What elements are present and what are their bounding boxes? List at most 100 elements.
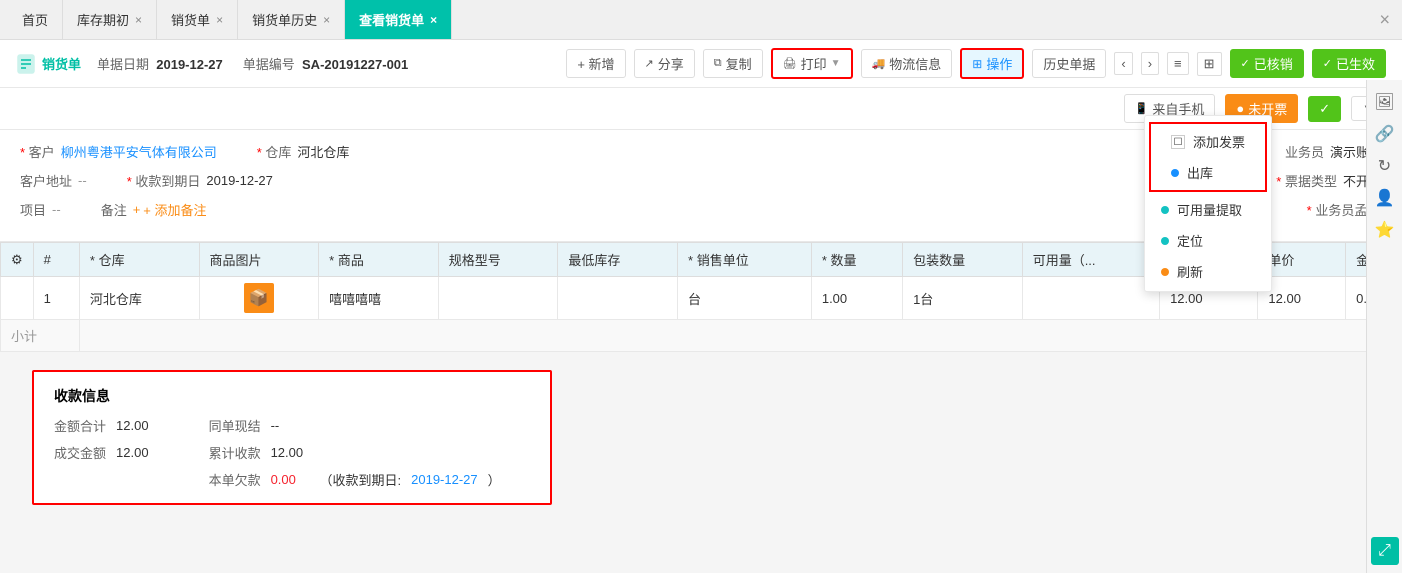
row-warehouse: 河北仓库 (79, 277, 199, 320)
col-image: 商品图片 (199, 243, 319, 277)
doc-type-label: 销货单 (42, 54, 81, 73)
row-product: 嘻嘻嘻嘻 (319, 277, 439, 320)
view2-button[interactable]: ⊞ (1197, 52, 1222, 76)
col-pkg-qty: 包装数量 (903, 243, 1023, 277)
trade-row: 成交金额 12.00 (54, 443, 149, 462)
copy-button[interactable]: ⧉ 复制 (703, 49, 763, 78)
current-due-value: 0.00 (271, 472, 296, 487)
col-min-stock: 最低库存 (558, 243, 678, 277)
tab-sales[interactable]: 销货单 × (157, 0, 238, 39)
amount-value: 12.00 (116, 418, 149, 433)
subtotal-empty (79, 320, 1401, 352)
date-label: 单据日期 2019-12-27 (97, 54, 223, 73)
cumulative-label: 累计收款 (209, 443, 261, 462)
effective-status-button[interactable]: ✓ 已生效 (1312, 49, 1386, 78)
due-note-open (306, 472, 310, 487)
tab-bar: 首页 库存期初 × 销货单 × 销货单历史 × 查看销货单 × × (0, 0, 1402, 40)
payment-title: 收款信息 (54, 386, 530, 406)
employee-label: 业务员 (1285, 142, 1324, 161)
due-note-date: 2019-12-27 (411, 472, 478, 487)
tab-inventory-close[interactable]: × (135, 13, 142, 27)
salesperson-label: 业务员孟 (1307, 200, 1368, 219)
project-field: 项目 -- (20, 200, 61, 219)
logistics-button[interactable]: 🚚 物流信息 (861, 49, 953, 78)
confirm-button[interactable]: ✓ (1308, 96, 1341, 122)
note-label: 备注 (101, 200, 127, 219)
due-date-value: 2019-12-27 (206, 173, 273, 188)
row-no: 1 (33, 277, 79, 320)
current-due-row: 本单欠款 0.00 （收款到期日: 2019-12-27 ） (209, 470, 501, 489)
tab-home-label: 首页 (22, 10, 48, 29)
tab-sales-label: 销货单 (171, 10, 210, 29)
col-warehouse: * 仓库 (79, 243, 199, 277)
num-value: SA-20191227-001 (302, 57, 408, 72)
available-dot-icon (1161, 206, 1169, 214)
due-note-close: ） (488, 470, 501, 489)
same-settle-label: 同单现结 (209, 416, 261, 435)
history-button[interactable]: 历史单据 (1032, 49, 1106, 78)
tab-view-sales-label: 查看销货单 (359, 10, 424, 29)
add-invoice-icon: ☐ (1171, 135, 1185, 149)
sidebar-image-icon[interactable]: 🖼 (1371, 88, 1399, 116)
due-note-label: （收款到期日: (320, 470, 402, 489)
customer-value[interactable]: 柳州粤港平安气体有限公司 (61, 142, 217, 161)
add-note-button[interactable]: + + 添加备注 (133, 200, 207, 219)
locate-menu-item[interactable]: 定位 (1145, 225, 1271, 256)
tab-home[interactable]: 首页 (8, 0, 63, 39)
col-available: 可用量（... (1022, 243, 1159, 277)
main-toolbar: + 新增 ↗ 分享 ⧉ 复制 🖨 打印 ▼ 🚚 物流信息 (566, 48, 1386, 79)
prev-button[interactable]: ‹ (1114, 52, 1132, 75)
sidebar-expand-icon[interactable]: ⤢ (1371, 537, 1399, 565)
subtotal-label: 小计 (1, 320, 80, 352)
doc-header: 销货单 单据日期 2019-12-27 单据编号 SA-20191227-001… (0, 40, 1402, 88)
refresh-menu-item[interactable]: 刷新 (1145, 256, 1271, 287)
tab-view-sales[interactable]: 查看销货单 × (345, 0, 452, 39)
window-close-button[interactable]: × (1379, 9, 1390, 30)
tab-view-sales-close[interactable]: × (430, 13, 437, 27)
tab-sales-close[interactable]: × (216, 13, 223, 27)
tab-sales-history[interactable]: 销货单历史 × (238, 0, 345, 39)
current-due-label: 本单欠款 (209, 470, 261, 489)
customer-field: 客户 柳州粤港平安气体有限公司 (20, 142, 217, 161)
row-gear (1, 277, 34, 320)
subtotal-row: 小计 (1, 320, 1402, 352)
new-button[interactable]: + 新增 (566, 49, 625, 78)
project-label: 项目 (20, 200, 46, 219)
share-button[interactable]: ↗ 分享 (634, 49, 695, 78)
available-menu-item[interactable]: 可用量提取 (1145, 194, 1271, 225)
trade-label: 成交金额 (54, 443, 106, 462)
same-settle-row: 同单现结 -- (209, 416, 501, 435)
doc-meta: 单据日期 2019-12-27 单据编号 SA-20191227-001 (97, 54, 550, 73)
sidebar-refresh-icon[interactable]: ↻ (1371, 152, 1399, 180)
sold-status-button[interactable]: ✓ 已核销 (1230, 49, 1304, 78)
add-invoice-menu-item[interactable]: ☐ 添加发票 (1155, 126, 1261, 157)
col-product: * 商品 (319, 243, 439, 277)
operations-button[interactable]: ⊞ 操作 (960, 48, 1024, 79)
row-qty: 1.00 (811, 277, 902, 320)
cumulative-value: 12.00 (271, 445, 304, 460)
project-value: -- (52, 202, 61, 217)
payment-info: 收款信息 金额合计 12.00 成交金额 12.00 (32, 370, 552, 505)
col-qty: * 数量 (811, 243, 902, 277)
address-label: 客户地址 (20, 171, 72, 190)
operations-dropdown: ☐ 添加发票 出库 可用量提取 定位 刷新 (1144, 115, 1272, 292)
outbound-menu-item[interactable]: 出库 (1155, 157, 1261, 188)
address-value: -- (78, 173, 87, 188)
col-unit: * 销售单位 (678, 243, 812, 277)
tab-sales-history-close[interactable]: × (323, 13, 330, 27)
view1-button[interactable]: ≡ (1167, 52, 1189, 75)
payment-rows: 金额合计 12.00 成交金额 12.00 同单现结 -- (54, 416, 530, 489)
sidebar-user-icon[interactable]: 👤 (1371, 184, 1399, 212)
tab-inventory[interactable]: 库存期初 × (63, 0, 157, 39)
cumulative-row: 累计收款 12.00 (209, 443, 501, 462)
payment-col-right: 同单现结 -- 累计收款 12.00 本单欠款 0.00 （收款到期日: (209, 416, 501, 489)
sidebar-star-icon[interactable]: ⭐ (1371, 216, 1399, 244)
warehouse-label: 仓库 (257, 142, 292, 161)
row-min-stock (558, 277, 678, 320)
next-button[interactable]: › (1141, 52, 1159, 75)
note-field: 备注 + + 添加备注 (101, 200, 207, 219)
print-button[interactable]: 🖨 打印 ▼ (771, 48, 853, 79)
col-spec: 规格型号 (438, 243, 558, 277)
sidebar-link-icon[interactable]: 🔗 (1371, 120, 1399, 148)
address-field: 客户地址 -- (20, 171, 87, 190)
